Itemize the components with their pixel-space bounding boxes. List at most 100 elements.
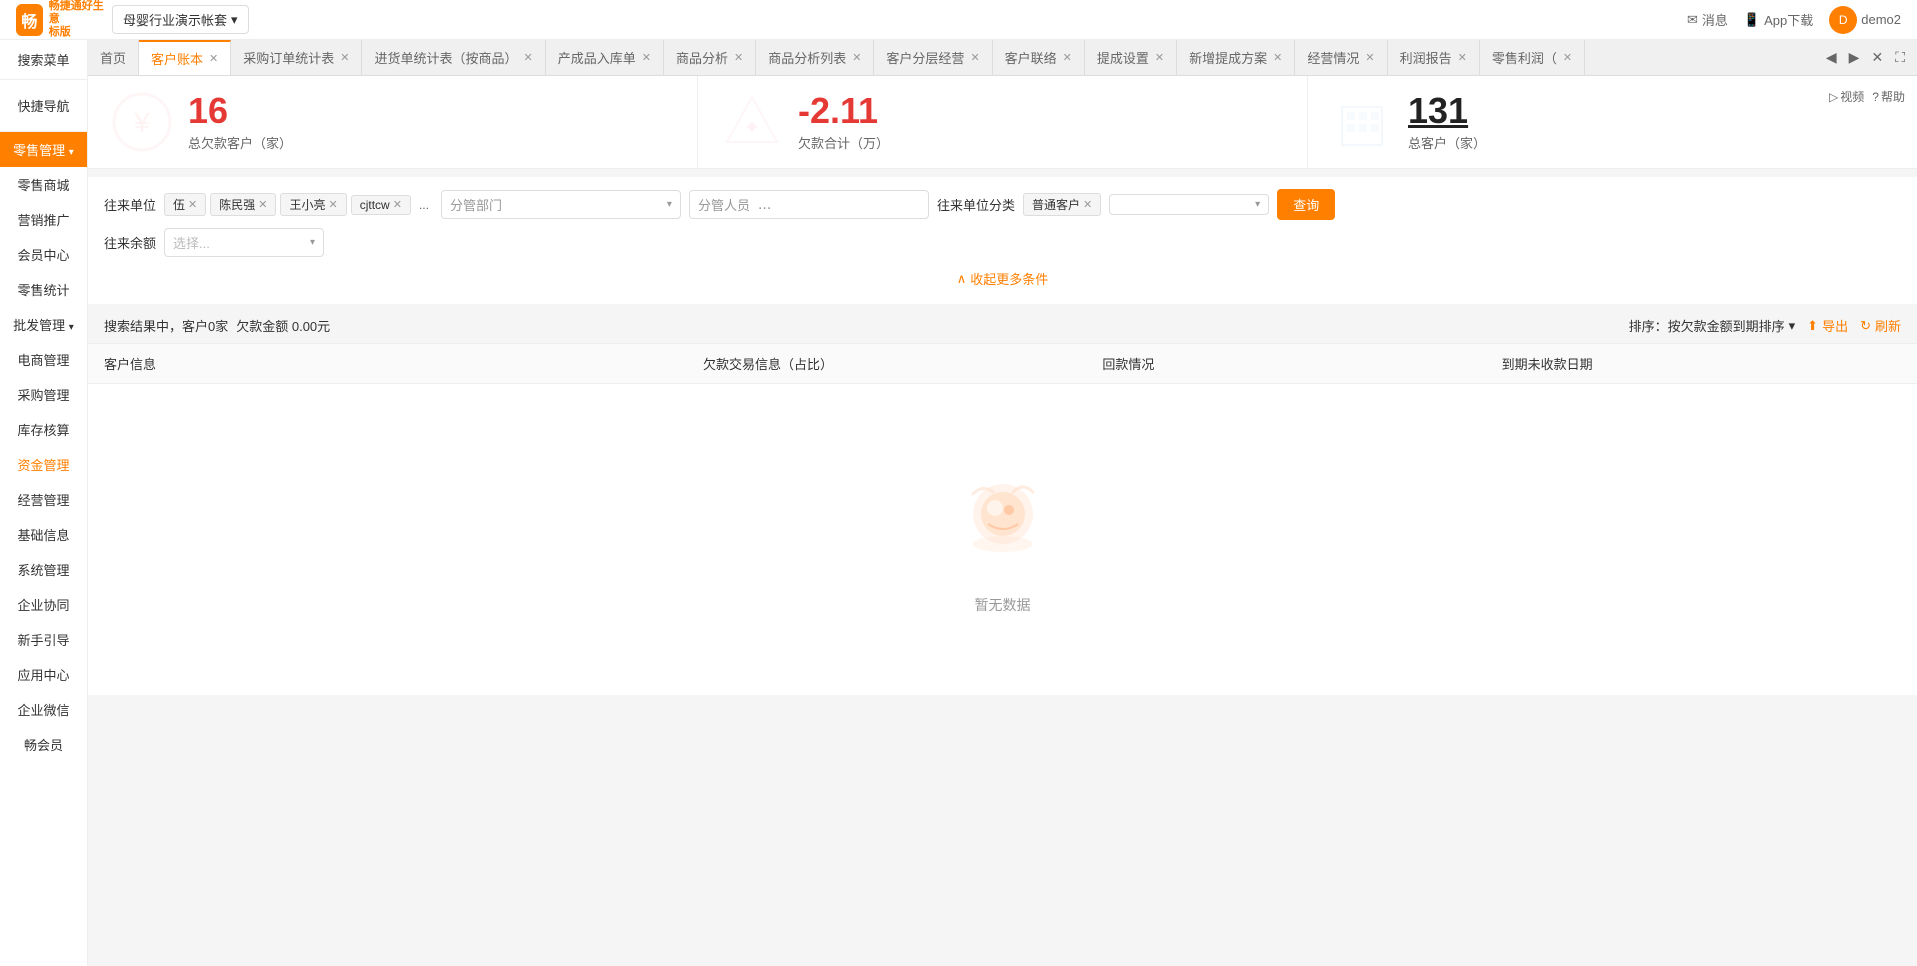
tab-profit-report[interactable]: 利润报告 ✕ [1388, 40, 1480, 76]
app-download-button[interactable]: 📱 App下载 [1744, 10, 1813, 29]
sidebar-quick-nav[interactable]: 快捷导航 [0, 80, 87, 132]
help-button[interactable]: ? 帮助 [1872, 88, 1905, 105]
download-icon: 📱 [1744, 12, 1760, 28]
sidebar-item-marketing[interactable]: 营销推广 [0, 202, 87, 237]
more-tags-button[interactable]: ... [415, 196, 433, 214]
messages-button[interactable]: ✉ 消息 [1687, 10, 1728, 29]
sidebar-item-retail-stats[interactable]: 零售统计 [0, 272, 87, 307]
sidebar-item-sys-mgmt[interactable]: 系统管理 [0, 552, 87, 587]
dept-select[interactable]: 分管部门 ▾ [441, 190, 681, 219]
unit-class-select[interactable]: ▾ [1109, 194, 1269, 215]
top-header: 畅 畅捷通好生意 标版 母婴行业演示帐套 ▾ ✉ 消息 📱 App下载 D de… [0, 0, 1917, 40]
play-icon: ▷ [1829, 90, 1838, 104]
person-select[interactable]: 分管人员 ... [689, 190, 929, 219]
sidebar-item-purchase[interactable]: 采购管理 [0, 377, 87, 412]
tab-close-icon[interactable]: ✕ [1155, 51, 1164, 64]
tab-boost-settings[interactable]: 提成设置 ✕ [1085, 40, 1177, 76]
sidebar-search[interactable]: 搜索菜单 [0, 40, 87, 80]
tab-close-icon[interactable]: ✕ [209, 52, 218, 65]
video-help-button[interactable]: ▷ 视频 [1829, 88, 1864, 105]
tab-close-icon[interactable]: ✕ [1063, 51, 1072, 64]
tab-prev-button[interactable]: ◀ [1822, 47, 1841, 68]
unit-class-label: 往来单位分类 [937, 195, 1015, 214]
stat-number-total: 131 [1408, 93, 1486, 129]
svg-text:✦: ✦ [744, 117, 761, 139]
tab-product-analysis[interactable]: 商品分析 ✕ [664, 40, 756, 76]
tab-customer-contact[interactable]: 客户联络 ✕ [993, 40, 1085, 76]
filter-tag-2[interactable]: 陈民强 ✕ [210, 193, 276, 216]
sidebar-item-enterprise[interactable]: 企业协同 [0, 587, 87, 622]
remove-tag-4-button[interactable]: ✕ [393, 198, 402, 211]
stat-helpers: ▷ 视频 ? 帮助 [1829, 88, 1905, 105]
sidebar-item-wholesale[interactable]: 批发管理 ▾ [0, 307, 87, 342]
remove-tag-1-button[interactable]: ✕ [188, 198, 197, 211]
tab-new-boost-plan[interactable]: 新增提成方案 ✕ [1177, 40, 1295, 76]
tab-close-icon[interactable]: ✕ [734, 51, 743, 64]
tab-home[interactable]: 首页 [88, 40, 139, 76]
remove-unit-class-tag-button[interactable]: ✕ [1083, 198, 1092, 211]
sidebar-item-operations[interactable]: 经营管理 [0, 482, 87, 517]
table-header: 客户信息 欠款交易信息（占比） 回款情况 到期未收款日期 [88, 344, 1917, 384]
person-more-button[interactable]: ... [754, 196, 775, 214]
page-content: ¥ 16 总欠款客户（家） ✦ -2.11 欠款合计（万） [88, 76, 1917, 966]
stat-label-total: 总客户（家） [1408, 133, 1486, 152]
stat-content-debt: -2.11 欠款合计（万） [798, 93, 889, 152]
tab-operations-status[interactable]: 经营情况 ✕ [1295, 40, 1387, 76]
stat-card-debt: ✦ -2.11 欠款合计（万） [698, 76, 1308, 168]
tab-customer-segment[interactable]: 客户分层经营 ✕ [874, 40, 992, 76]
user-avatar-button[interactable]: D demo2 [1829, 6, 1901, 34]
chevron-down-icon: ▾ [310, 237, 315, 248]
tab-close-icon[interactable]: ✕ [1273, 51, 1282, 64]
tab-retail-profit[interactable]: 零售利润（ ✕ [1480, 40, 1585, 76]
tab-close-icon[interactable]: ✕ [1563, 51, 1572, 64]
data-table: 客户信息 欠款交易信息（占比） 回款情况 到期未收款日期 [88, 344, 1917, 695]
question-icon: ? [1872, 90, 1879, 104]
message-icon: ✉ [1687, 12, 1698, 28]
tab-close-icon[interactable]: ✕ [642, 51, 651, 64]
tab-fullscreen-button[interactable]: ⛶ [1891, 47, 1909, 68]
sidebar-item-retail-mgmt[interactable]: 零售管理 ▾ [0, 132, 87, 167]
sidebar-item-finance[interactable]: 资金管理 [0, 447, 87, 482]
remove-tag-3-button[interactable]: ✕ [329, 198, 338, 211]
tab-close-icon[interactable]: ✕ [1458, 51, 1467, 64]
unit-class-tag[interactable]: 普通客户 ✕ [1023, 193, 1101, 216]
sidebar-item-basic-info[interactable]: 基础信息 [0, 517, 87, 552]
collapse-button[interactable]: ∧ 收起更多条件 [104, 265, 1901, 292]
sort-select[interactable]: 排序：按欠款金额到期排序 ▾ [1629, 316, 1796, 335]
filter-tag-4[interactable]: cjttcw ✕ [351, 195, 411, 215]
remove-tag-2-button[interactable]: ✕ [258, 198, 267, 211]
tab-close-icon[interactable]: ✕ [340, 51, 349, 64]
filter-tag-1[interactable]: 伍 ✕ [164, 193, 206, 216]
app-logo: 畅 畅捷通好生意 标版 [16, 0, 104, 39]
query-button[interactable]: 查询 [1277, 189, 1335, 220]
sidebar-item-member-plus[interactable]: 畅会员 [0, 727, 87, 762]
sidebar-item-app-center[interactable]: 应用中心 [0, 657, 87, 692]
sidebar-item-ecommerce[interactable]: 电商管理 [0, 342, 87, 377]
refresh-button[interactable]: ↻ 刷新 [1860, 316, 1901, 335]
building-icon [1332, 92, 1392, 152]
tab-customer-book[interactable]: 客户账本 ✕ [139, 40, 231, 76]
tab-close-icon[interactable]: ✕ [1365, 51, 1374, 64]
tab-product-instock[interactable]: 产成品入库单 ✕ [546, 40, 664, 76]
sidebar-item-inventory[interactable]: 库存核算 [0, 412, 87, 447]
tab-product-analysis-list[interactable]: 商品分析列表 ✕ [756, 40, 874, 76]
sidebar: 搜索菜单 快捷导航 零售管理 ▾ 零售商城 营销推广 会员中心 零售统计 批发管… [0, 40, 88, 966]
amount-select[interactable]: 选择... ▾ [164, 228, 324, 257]
export-button[interactable]: ⬆ 导出 [1807, 316, 1848, 335]
tab-close-icon[interactable]: ✕ [852, 51, 861, 64]
sidebar-item-newbie[interactable]: 新手引导 [0, 622, 87, 657]
header-left: 畅 畅捷通好生意 标版 母婴行业演示帐套 ▾ [16, 0, 249, 39]
tab-close-icon[interactable]: ✕ [524, 51, 533, 64]
logo-icon: 畅 [16, 4, 43, 36]
tab-close-all-button[interactable]: ✕ [1867, 47, 1887, 68]
company-select[interactable]: 母婴行业演示帐套 ▾ [112, 5, 249, 34]
tab-close-icon[interactable]: ✕ [970, 51, 979, 64]
tab-next-button[interactable]: ▶ [1845, 47, 1864, 68]
sidebar-item-retail-mall[interactable]: 零售商城 [0, 167, 87, 202]
tab-purchase-instock-stats[interactable]: 进货单统计表（按商品） ✕ [362, 40, 545, 76]
tab-purchase-order-stats[interactable]: 采购订单统计表 ✕ [231, 40, 362, 76]
sidebar-item-quick-nav[interactable]: 快捷导航 [0, 88, 87, 123]
sidebar-item-enterprise-wechat[interactable]: 企业微信 [0, 692, 87, 727]
filter-tag-3[interactable]: 王小亮 ✕ [280, 193, 346, 216]
sidebar-item-member[interactable]: 会员中心 [0, 237, 87, 272]
